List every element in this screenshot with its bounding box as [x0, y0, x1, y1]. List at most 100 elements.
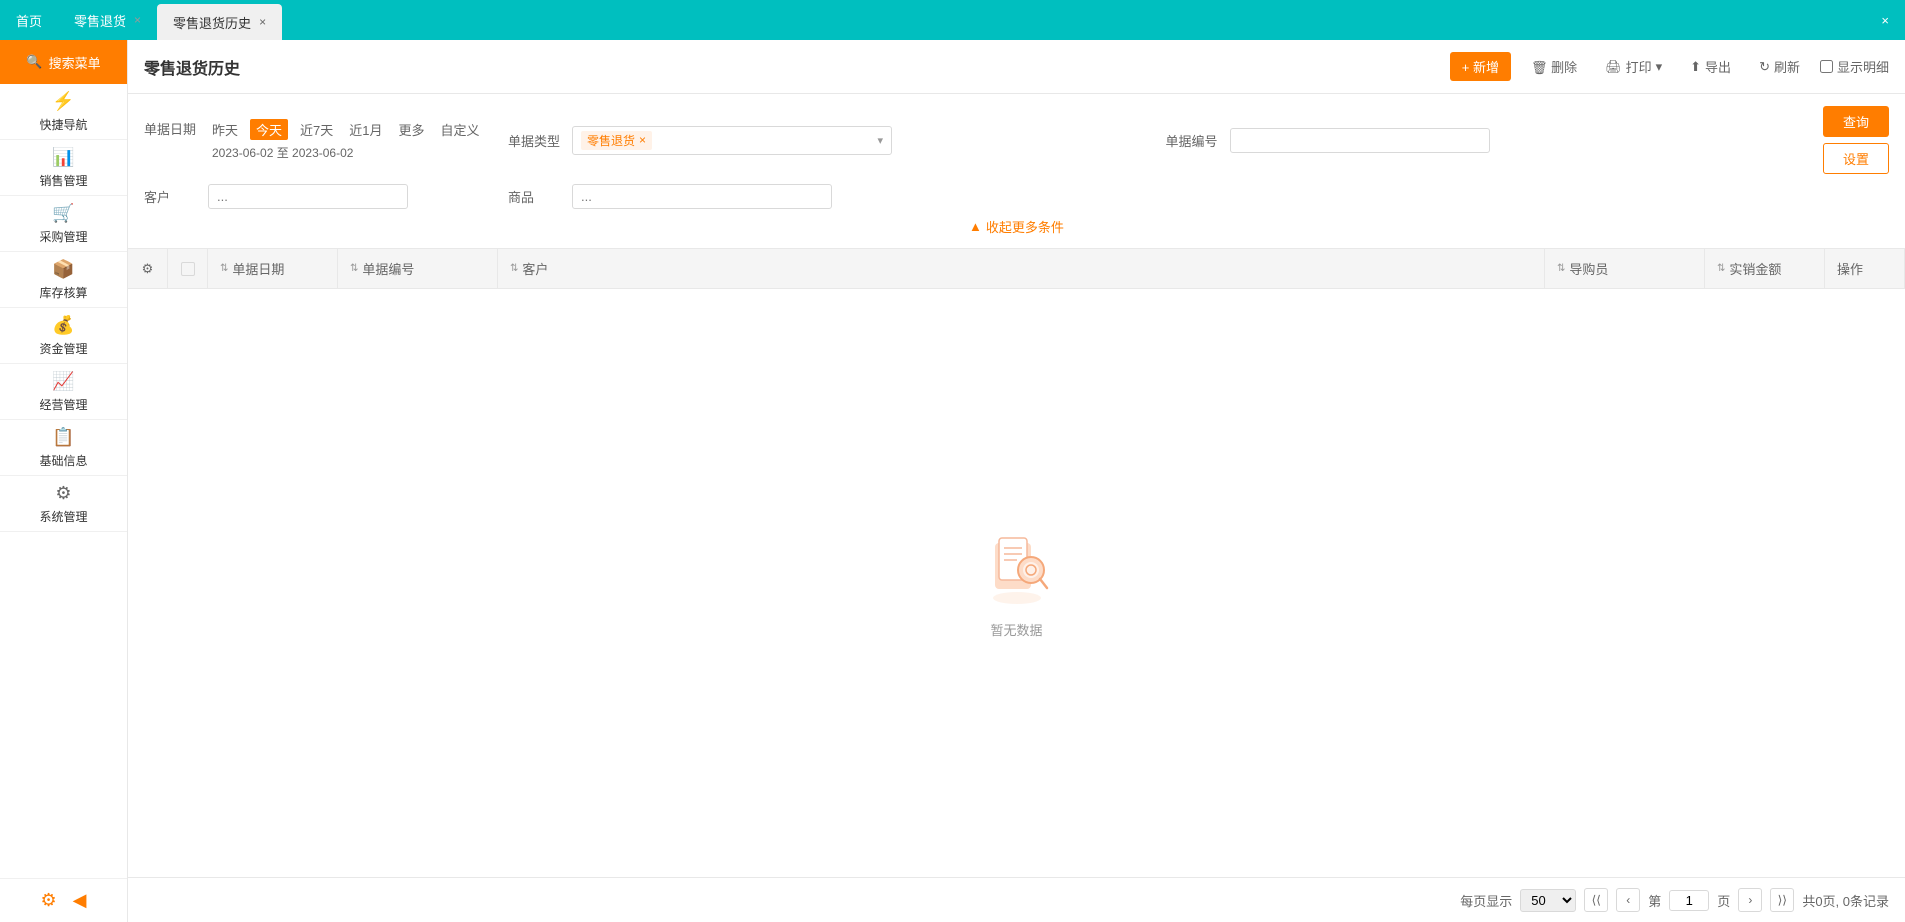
collapse-button[interactable]: ▲ 收起更多条件	[969, 217, 1064, 236]
sidebar-item-purchase[interactable]: 🛒 采购管理	[0, 196, 127, 252]
collapse-sidebar-icon[interactable]: ◀	[73, 890, 87, 911]
date-btn-custom[interactable]: 自定义	[437, 119, 484, 140]
main-layout: 🔍 搜索菜单 ⚡ 快捷导航 📊 销售管理 🛒 采购管理 📦 库存核算 💰 资金管…	[0, 40, 1905, 922]
export-icon: ⬆	[1690, 59, 1701, 75]
purchase-icon: 🛒	[52, 203, 74, 224]
sidebar-item-finance[interactable]: 💰 资金管理	[0, 308, 127, 364]
setting-button[interactable]: 设置	[1823, 143, 1889, 174]
date-range-display: 2023-06-02 至 2023-06-02	[212, 144, 484, 161]
sidebar-bottom: ⚙ ◀	[0, 878, 127, 922]
total-label: 共0页, 0条记录	[1802, 891, 1889, 910]
show-detail-toggle[interactable]: 显示明细	[1820, 57, 1889, 76]
prev-page-button[interactable]: ‹	[1616, 888, 1640, 912]
th-date[interactable]: ⇅ 单据日期	[208, 249, 338, 288]
refresh-icon: ↻	[1759, 59, 1770, 75]
type-label: 单据类型	[508, 131, 564, 150]
quick-nav-icon: ⚡	[52, 91, 74, 112]
operation-icon: 📈	[52, 371, 74, 392]
sort-amount-icon: ⇅	[1717, 263, 1725, 274]
table-header: ⚙ ⇅ 单据日期 ⇅ 单据编号 ⇅ 客户 ⇅	[128, 249, 1905, 289]
date-btn-yesterday[interactable]: 昨天	[208, 119, 242, 140]
sidebar: 🔍 搜索菜单 ⚡ 快捷导航 📊 销售管理 🛒 采购管理 📦 库存核算 💰 资金管…	[0, 40, 128, 922]
per-page-select[interactable]: 50 100 200	[1520, 889, 1576, 912]
header-actions: + 新增 🗑 删除 🖨 打印 ▾ ⬆ 导出 ↻ 刷新 显示明细	[1450, 52, 1889, 81]
tab-home[interactable]: 首页	[0, 0, 58, 40]
sidebar-item-system[interactable]: ⚙ 系统管理	[0, 476, 127, 532]
page-title: 零售退货历史	[144, 55, 240, 79]
type-dropdown-icon: ▾	[877, 134, 883, 147]
page-label: 第	[1648, 891, 1661, 910]
first-page-button[interactable]: ⟨⟨	[1584, 888, 1608, 912]
type-tag: 零售退货 ×	[581, 131, 652, 150]
top-bar: 首页 零售退货 × 零售退货历史 × ×	[0, 0, 1905, 40]
sidebar-item-operation[interactable]: 📈 经营管理	[0, 364, 127, 420]
th-action: 操作	[1825, 249, 1905, 288]
print-button[interactable]: 🖨 打印 ▾	[1597, 53, 1670, 80]
type-select[interactable]: 零售退货 × ▾	[572, 126, 892, 155]
last-page-button[interactable]: ⟩⟩	[1770, 888, 1794, 912]
collapse-icon: ▲	[969, 219, 982, 234]
empty-state: 暂无数据	[128, 289, 1905, 877]
basic-info-icon: 📋	[52, 427, 74, 448]
empty-state-icon	[977, 528, 1057, 608]
new-button[interactable]: + 新增	[1450, 52, 1511, 81]
th-customer[interactable]: ⇅ 客户	[498, 249, 1545, 288]
th-guide[interactable]: ⇅ 导购员	[1545, 249, 1705, 288]
date-btn-more[interactable]: 更多	[395, 119, 429, 140]
table-area: ⚙ ⇅ 单据日期 ⇅ 单据编号 ⇅ 客户 ⇅	[128, 249, 1905, 877]
sales-icon: 📊	[52, 147, 74, 168]
th-number[interactable]: ⇅ 单据编号	[338, 249, 498, 288]
customer-label: 客户	[144, 187, 200, 206]
search-icon: 🔍	[26, 54, 42, 70]
content-area: 零售退货历史 + 新增 🗑 删除 🖨 打印 ▾ ⬆ 导出 ↻ 刷新	[128, 40, 1905, 922]
finance-icon: 💰	[52, 315, 74, 336]
sidebar-item-inventory[interactable]: 📦 库存核算	[0, 252, 127, 308]
th-amount[interactable]: ⇅ 实销金额	[1705, 249, 1825, 288]
number-label: 单据编号	[1166, 131, 1222, 150]
export-button[interactable]: ⬆ 导出	[1682, 53, 1739, 80]
goods-label: 商品	[508, 187, 564, 206]
tab-retail-return-close[interactable]: ×	[134, 13, 141, 27]
date-label: 单据日期	[144, 119, 200, 138]
settings-icon: ⚙	[142, 261, 154, 277]
sidebar-search[interactable]: 🔍 搜索菜单	[0, 40, 127, 84]
sort-date-icon: ⇅	[220, 263, 228, 274]
date-btn-today[interactable]: 今天	[250, 119, 288, 140]
sort-number-icon: ⇅	[350, 263, 358, 274]
pagination: 每页显示 50 100 200 ⟨⟨ ‹ 第 页 › ⟩⟩ 共0页, 0条记录	[128, 877, 1905, 922]
filter-row-1: 单据日期 昨天 今天 近7天 近1月 更多 自定义 2023-06-02 至 2…	[144, 106, 1889, 174]
sidebar-item-sales[interactable]: 📊 销售管理	[0, 140, 127, 196]
date-btn-1month[interactable]: 近1月	[345, 119, 386, 140]
query-button[interactable]: 查询	[1823, 106, 1889, 137]
filter-area: 单据日期 昨天 今天 近7天 近1月 更多 自定义 2023-06-02 至 2…	[128, 94, 1905, 249]
next-page-button[interactable]: ›	[1738, 888, 1762, 912]
select-all-checkbox[interactable]	[181, 262, 195, 276]
type-tag-close[interactable]: ×	[639, 133, 646, 147]
page-header: 零售退货历史 + 新增 🗑 删除 🖨 打印 ▾ ⬆ 导出 ↻ 刷新	[128, 40, 1905, 94]
goods-input[interactable]	[572, 184, 832, 209]
filter-row-2: 客户 商品	[144, 184, 1889, 209]
print-icon: 🖨	[1605, 59, 1622, 75]
system-icon: ⚙	[55, 483, 71, 504]
sidebar-item-basic-info[interactable]: 📋 基础信息	[0, 420, 127, 476]
tab-retail-return-history-close[interactable]: ×	[259, 15, 266, 29]
settings-bottom-icon[interactable]: ⚙	[41, 890, 57, 911]
th-settings[interactable]: ⚙	[128, 249, 168, 288]
print-dropdown-icon: ▾	[1656, 59, 1663, 75]
th-checkbox[interactable]	[168, 249, 208, 288]
page-number-input[interactable]	[1669, 890, 1709, 911]
per-page-label: 每页显示	[1460, 891, 1512, 910]
window-close[interactable]: ×	[1881, 13, 1905, 28]
tab-retail-return-history[interactable]: 零售退货历史 ×	[157, 4, 282, 40]
tab-retail-return[interactable]: 零售退货 ×	[58, 0, 157, 40]
delete-button[interactable]: 🗑 删除	[1523, 53, 1585, 80]
date-btn-7days[interactable]: 近7天	[296, 119, 337, 140]
sort-customer-icon: ⇅	[510, 263, 518, 274]
sidebar-item-quick-nav[interactable]: ⚡ 快捷导航	[0, 84, 127, 140]
date-options: 昨天 今天 近7天 近1月 更多 自定义	[208, 119, 484, 140]
customer-input[interactable]	[208, 184, 408, 209]
show-detail-checkbox[interactable]	[1820, 60, 1833, 73]
number-input[interactable]	[1230, 128, 1490, 153]
refresh-button[interactable]: ↻ 刷新	[1751, 53, 1808, 80]
page-unit-label: 页	[1717, 891, 1730, 910]
